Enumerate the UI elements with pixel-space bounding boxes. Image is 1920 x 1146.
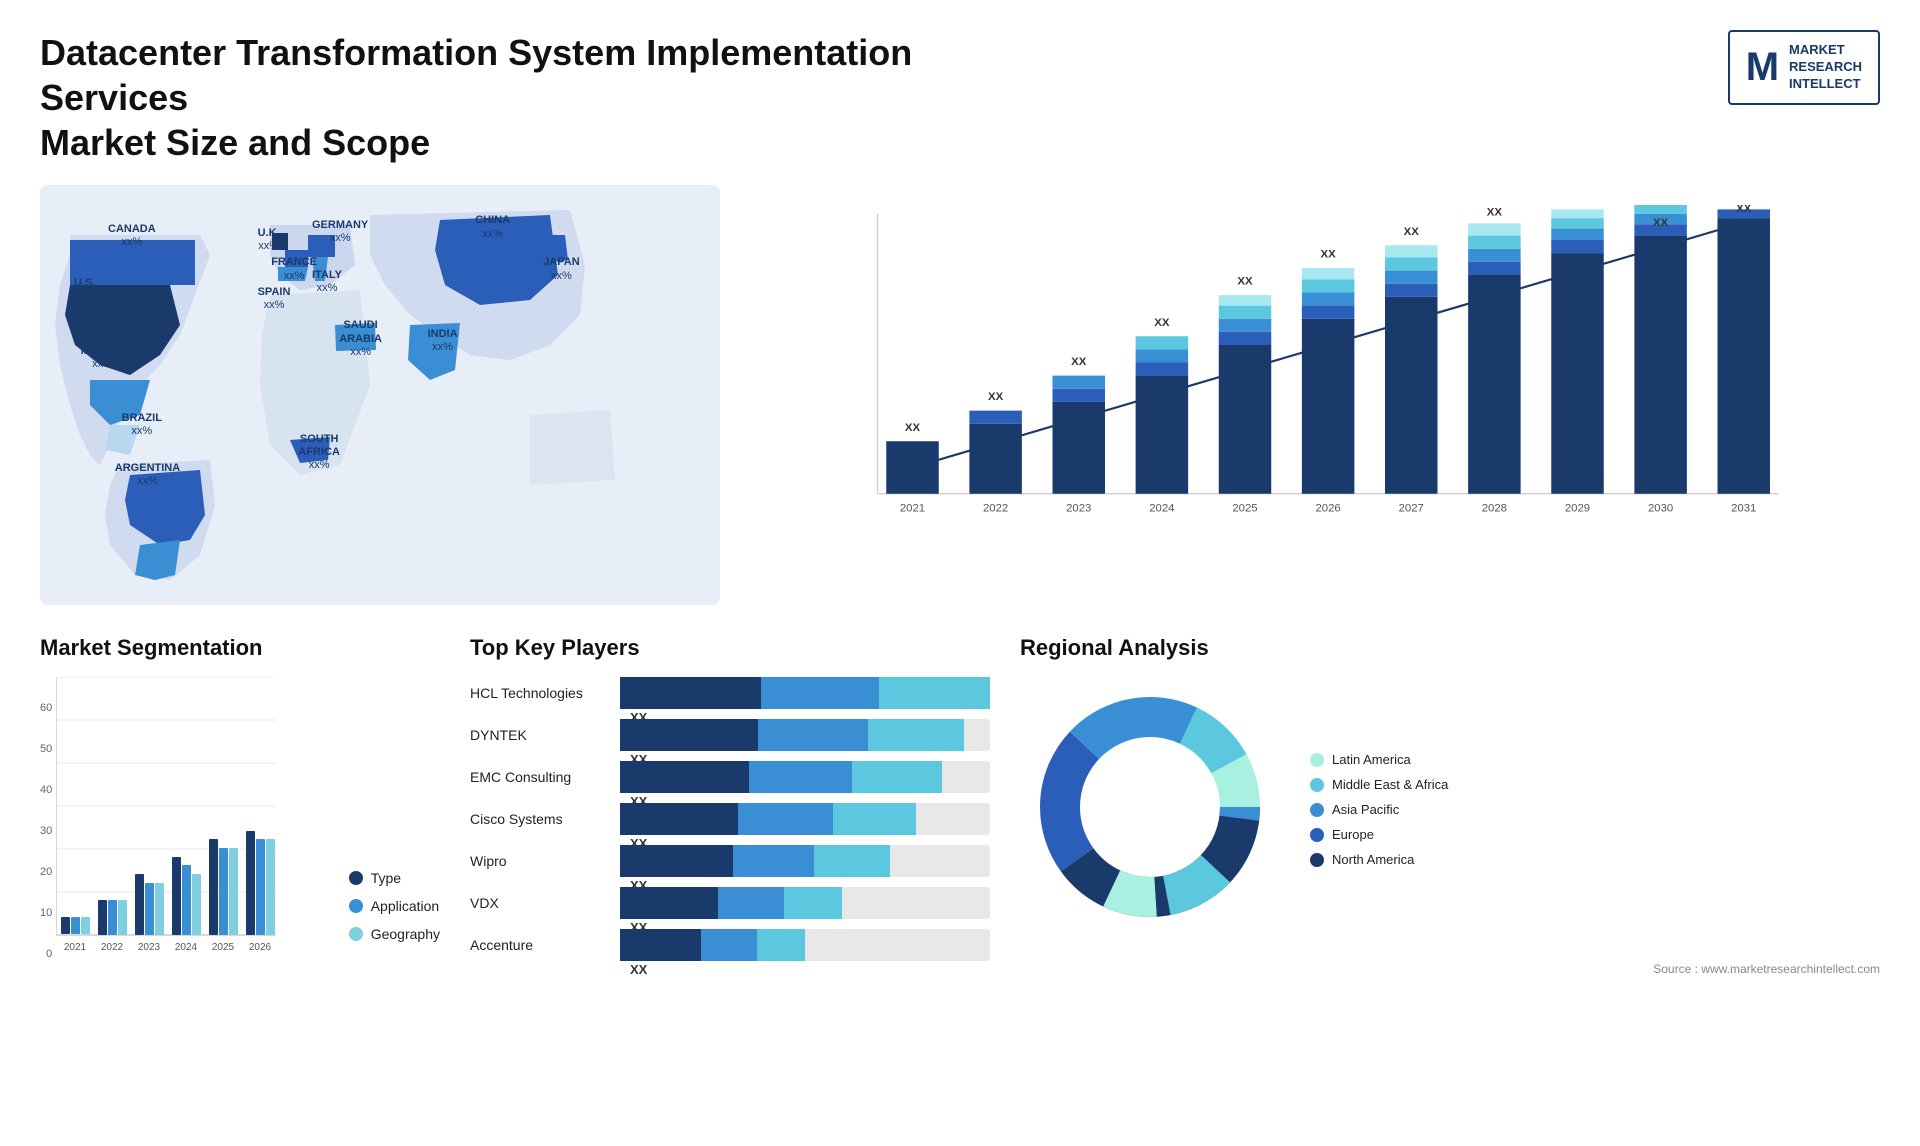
seg-y-axis: 60 50 40 30 20 10 0 [40, 702, 56, 962]
bottom-row: Market Segmentation 60 50 40 30 20 10 0 [40, 635, 1880, 976]
seg-legend: Type Application Geography [349, 870, 440, 962]
regional-legend: Latin America Middle East & Africa Asia … [1310, 752, 1448, 867]
svg-text:XX: XX [905, 422, 921, 434]
svg-text:2025: 2025 [212, 942, 235, 953]
player-dyntek: DYNTEK XX [470, 719, 990, 751]
regional-title: Regional Analysis [1020, 635, 1880, 661]
svg-text:XX: XX [1570, 205, 1586, 208]
map-label-italy: ITALYxx% [312, 269, 342, 295]
regional-analysis: Regional Analysis [1020, 635, 1880, 976]
bar-2022-seg1 [969, 424, 1022, 494]
svg-text:2021: 2021 [64, 942, 87, 953]
svg-text:XX: XX [988, 391, 1004, 403]
seg-legend-application: Application [349, 898, 440, 914]
svg-text:XX: XX [1487, 207, 1503, 219]
map-label-france: FRANCExx% [271, 256, 317, 282]
logo-icon: M [1746, 45, 1779, 90]
svg-text:XX: XX [1237, 276, 1253, 288]
svg-text:2025: 2025 [1232, 502, 1257, 514]
map-label-japan: JAPANxx% [543, 256, 579, 282]
svg-text:2031: 2031 [1731, 502, 1756, 514]
svg-text:2022: 2022 [983, 502, 1008, 514]
logo-text: MARKETRESEARCHINTELLECT [1789, 42, 1862, 93]
map-label-south-africa: SOUTHAFRICAxx% [298, 433, 340, 473]
player-cisco: Cisco Systems XX [470, 803, 990, 835]
donut-chart [1020, 677, 1280, 942]
svg-text:XX: XX [1404, 226, 1420, 238]
map-label-uk: U.K.xx% [258, 227, 280, 253]
players-bars: HCL Technologies XX DYNTEK [470, 677, 990, 961]
page-title: Datacenter Transformation System Impleme… [40, 30, 940, 165]
svg-text:2023: 2023 [138, 942, 161, 953]
market-size-chart: XX XX XX XX XX [750, 185, 1880, 605]
bar-chart-svg: XX XX XX XX XX [770, 205, 1860, 555]
map-label-mexico: MEXICOxx% [81, 345, 124, 371]
svg-text:XX: XX [1071, 356, 1087, 368]
svg-text:2029: 2029 [1565, 502, 1590, 514]
map-label-saudi: SAUDIARABIAxx% [339, 319, 382, 359]
geography-dot [349, 927, 363, 941]
svg-text:2028: 2028 [1482, 502, 1507, 514]
players-title: Top Key Players [470, 635, 990, 661]
svg-text:2027: 2027 [1399, 502, 1424, 514]
donut-area: Latin America Middle East & Africa Asia … [1020, 677, 1880, 942]
seg-legend-geography: Geography [349, 926, 440, 942]
seg-chart-svg: 2021 2022 2023 2024 2025 2026 [56, 677, 276, 957]
legend-europe: Europe [1310, 827, 1448, 842]
svg-text:XX: XX [1653, 217, 1669, 229]
svg-text:2026: 2026 [249, 942, 272, 953]
seg-legend-type: Type [349, 870, 440, 886]
map-label-argentina: ARGENTINAxx% [115, 462, 180, 488]
player-emc: EMC Consulting XX [470, 761, 990, 793]
player-wipro: Wipro XX [470, 845, 990, 877]
map-label-spain: SPAINxx% [258, 286, 291, 312]
legend-latin-america: Latin America [1310, 752, 1448, 767]
page-header: Datacenter Transformation System Impleme… [40, 30, 1880, 165]
svg-text:XX: XX [1154, 317, 1170, 329]
player-accenture: Accenture XX [470, 929, 990, 961]
svg-text:2024: 2024 [1149, 502, 1174, 514]
top-row: CANADAxx% U.S.xx% MEXICOxx% BRAZILxx% AR… [40, 185, 1880, 605]
logo: M MARKETRESEARCHINTELLECT [1728, 30, 1880, 105]
type-dot [349, 871, 363, 885]
svg-text:XX: XX [1321, 249, 1337, 261]
map-label-us: U.S.xx% [74, 277, 95, 303]
map-label-brazil: BRAZILxx% [122, 412, 162, 438]
svg-text:XX: XX [1736, 205, 1752, 215]
top-key-players: Top Key Players HCL Technologies XX DYNT… [470, 635, 990, 971]
market-segmentation: Market Segmentation 60 50 40 30 20 10 0 [40, 635, 440, 962]
application-dot [349, 899, 363, 913]
legend-middle-east-africa: Middle East & Africa [1310, 777, 1448, 792]
svg-text:2026: 2026 [1315, 502, 1340, 514]
source-text: Source : www.marketresearchintellect.com [1020, 962, 1880, 976]
map-label-germany: GERMANYxx% [312, 219, 368, 245]
player-vdx: VDX XX [470, 887, 990, 919]
map-label-canada: CANADAxx% [108, 223, 156, 249]
svg-text:2024: 2024 [175, 942, 198, 953]
legend-asia-pacific: Asia Pacific [1310, 802, 1448, 817]
svg-text:2030: 2030 [1648, 502, 1673, 514]
segmentation-title: Market Segmentation [40, 635, 440, 661]
map-label-india: INDIAxx% [428, 328, 458, 354]
map-label-china: CHINAxx% [475, 214, 510, 240]
svg-text:2022: 2022 [101, 942, 124, 953]
world-map: CANADAxx% U.S.xx% MEXICOxx% BRAZILxx% AR… [40, 185, 720, 605]
svg-text:2023: 2023 [1066, 502, 1091, 514]
svg-text:2021: 2021 [900, 502, 925, 514]
player-hcl: HCL Technologies XX [470, 677, 990, 709]
legend-north-america: North America [1310, 852, 1448, 867]
